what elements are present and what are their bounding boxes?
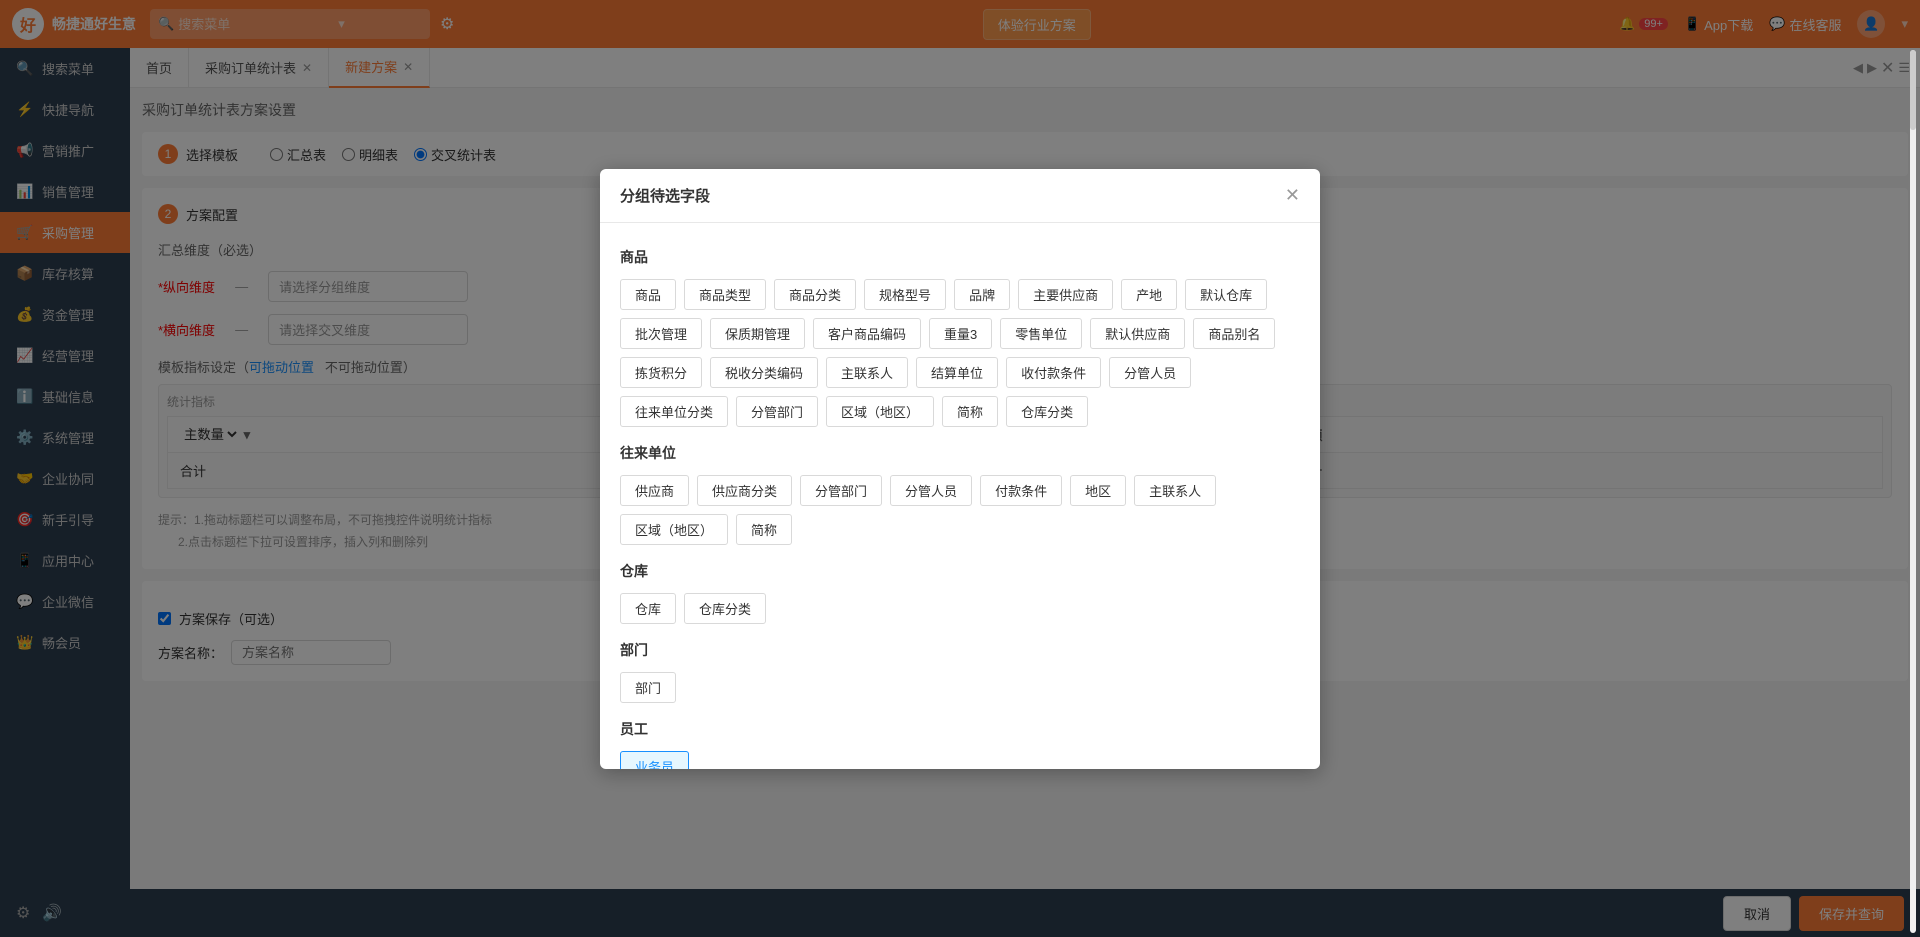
section-title-warehouse: 仓库 (620, 561, 1300, 581)
section-title-department: 部门 (620, 640, 1300, 660)
section-title-product: 商品 (620, 247, 1300, 267)
field-tag[interactable]: 重量3 (929, 318, 992, 349)
field-tag[interactable]: 主联系人 (826, 357, 908, 388)
field-tag[interactable]: 拣货积分 (620, 357, 702, 388)
field-tag[interactable]: 商品别名 (1193, 318, 1275, 349)
partner-fields: 供应商 供应商分类 分管部门 分管人员 付款条件 地区 主联系人 区域（地区） … (620, 475, 1300, 545)
field-tag[interactable]: 规格型号 (864, 279, 946, 310)
field-tag[interactable]: 批次管理 (620, 318, 702, 349)
field-tag[interactable]: 地区 (1070, 475, 1126, 506)
field-tag[interactable]: 付款条件 (980, 475, 1062, 506)
scrollbar-track (1910, 50, 1916, 933)
modal-dialog: 分组待选字段 ✕ 商品 商品 商品类型 商品分类 规格型号 品牌 主要供应商 产… (600, 169, 1320, 769)
field-tag[interactable]: 区域（地区） (826, 396, 934, 427)
field-tag[interactable]: 供应商 (620, 475, 689, 506)
field-tag[interactable]: 客户商品编码 (813, 318, 921, 349)
modal-header: 分组待选字段 ✕ (600, 169, 1320, 223)
field-tag[interactable]: 结算单位 (916, 357, 998, 388)
field-tag[interactable]: 商品 (620, 279, 676, 310)
field-tag[interactable]: 简称 (942, 396, 998, 427)
field-tag[interactable]: 商品分类 (774, 279, 856, 310)
field-tag[interactable]: 产地 (1121, 279, 1177, 310)
field-tag[interactable]: 仓库分类 (1006, 396, 1088, 427)
section-title-employee: 员工 (620, 719, 1300, 739)
field-tag[interactable]: 收付款条件 (1006, 357, 1101, 388)
field-tag[interactable]: 仓库 (620, 593, 676, 624)
warehouse-fields: 仓库 仓库分类 (620, 593, 1300, 624)
field-tag[interactable]: 默认供应商 (1090, 318, 1185, 349)
field-tag[interactable]: 区域（地区） (620, 514, 728, 545)
field-tag[interactable]: 仓库分类 (684, 593, 766, 624)
field-tag[interactable]: 主联系人 (1134, 475, 1216, 506)
modal-title: 分组待选字段 (620, 185, 710, 206)
field-tag[interactable]: 供应商分类 (697, 475, 792, 506)
field-tag[interactable]: 默认仓库 (1185, 279, 1267, 310)
field-tag-selected[interactable]: 业务员 (620, 751, 689, 769)
product-fields: 商品 商品类型 商品分类 规格型号 品牌 主要供应商 产地 默认仓库 批次管理 … (620, 279, 1300, 427)
field-tag[interactable]: 商品类型 (684, 279, 766, 310)
department-fields: 部门 (620, 672, 1300, 703)
modal-overlay: 分组待选字段 ✕ 商品 商品 商品类型 商品分类 规格型号 品牌 主要供应商 产… (0, 0, 1920, 937)
field-tag[interactable]: 分管人员 (1109, 357, 1191, 388)
field-tag[interactable]: 税收分类编码 (710, 357, 818, 388)
modal-body: 商品 商品 商品类型 商品分类 规格型号 品牌 主要供应商 产地 默认仓库 批次… (600, 223, 1320, 769)
field-tag[interactable]: 分管部门 (800, 475, 882, 506)
field-tag[interactable]: 简称 (736, 514, 792, 545)
field-tag[interactable]: 保质期管理 (710, 318, 805, 349)
field-tag[interactable]: 零售单位 (1000, 318, 1082, 349)
scrollbar-thumb[interactable] (1910, 50, 1916, 130)
field-tag[interactable]: 部门 (620, 672, 676, 703)
field-tag[interactable]: 主要供应商 (1018, 279, 1113, 310)
field-tag[interactable]: 往来单位分类 (620, 396, 728, 427)
field-tag[interactable]: 品牌 (954, 279, 1010, 310)
field-tag[interactable]: 分管人员 (890, 475, 972, 506)
field-tag[interactable]: 分管部门 (736, 396, 818, 427)
employee-fields: 业务员 (620, 751, 1300, 769)
section-title-partner: 往来单位 (620, 443, 1300, 463)
modal-close-button[interactable]: ✕ (1285, 185, 1300, 206)
